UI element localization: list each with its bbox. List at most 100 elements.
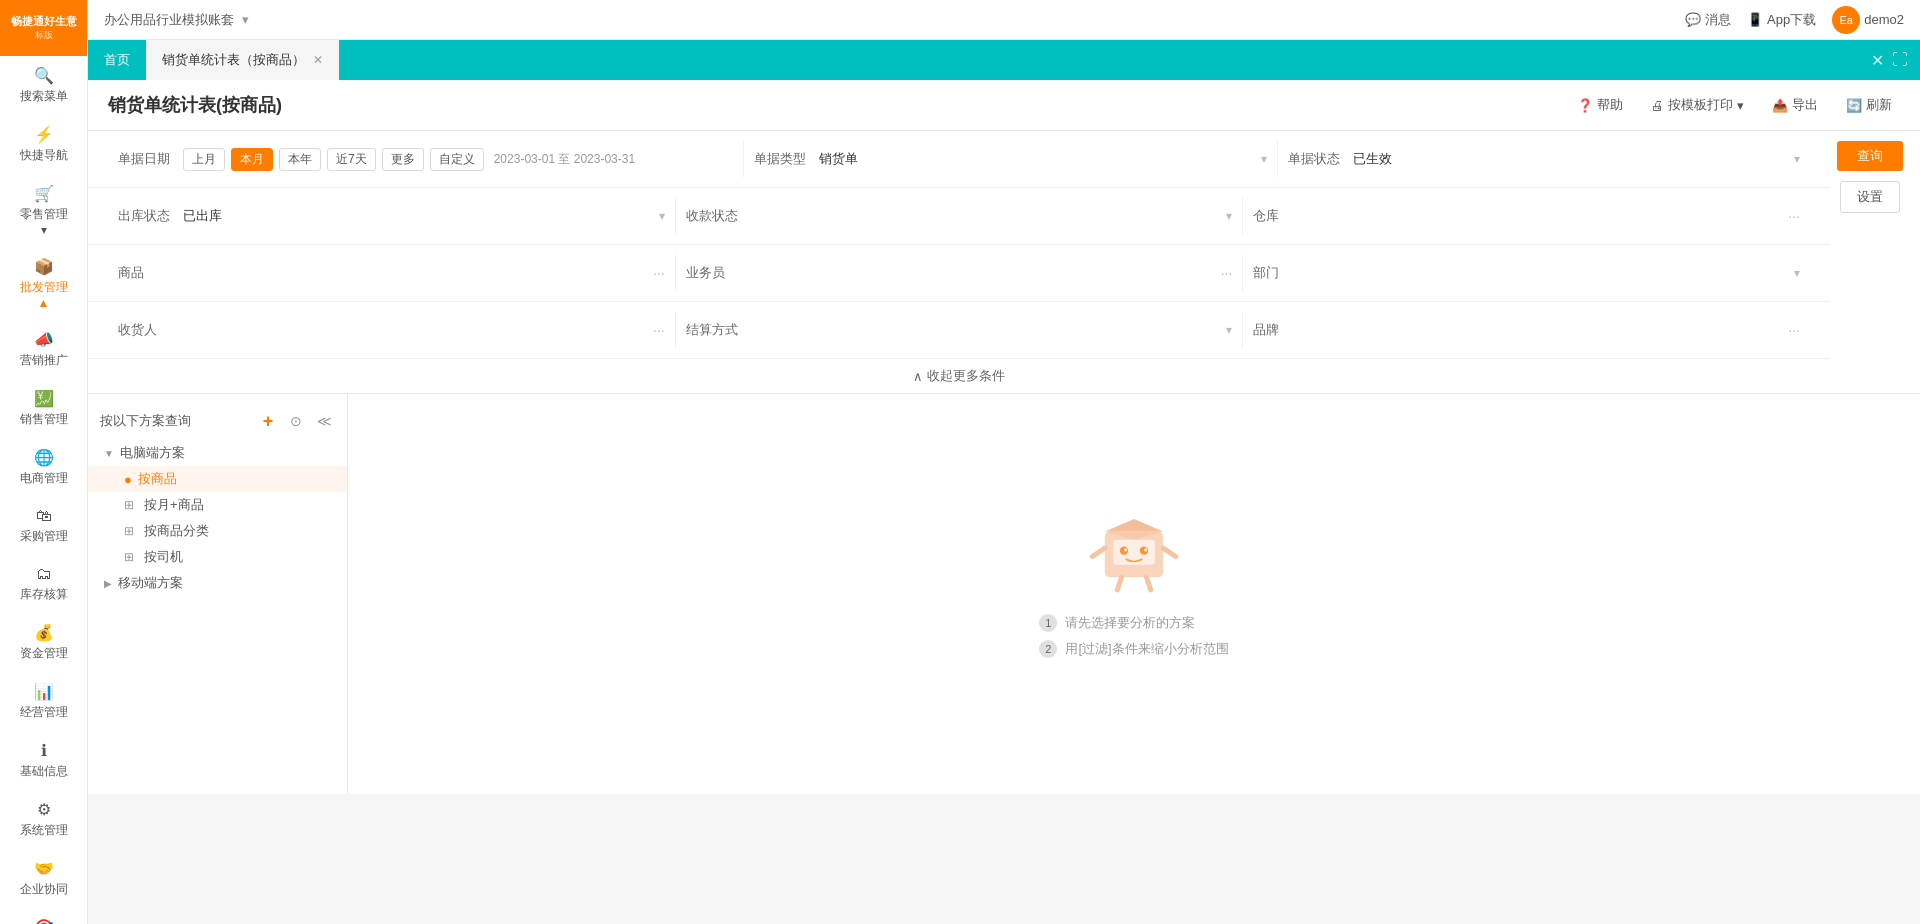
wholesale-arrow: ▲ xyxy=(38,296,50,310)
recipient-value[interactable]: ··· xyxy=(183,322,665,338)
docstatus-arrow: ▾ xyxy=(1794,152,1800,166)
active-scheme-icon: ● xyxy=(124,472,132,487)
sidebar-item-search[interactable]: 🔍 搜索菜单 xyxy=(0,56,87,115)
edit-scheme-btn[interactable]: ⊙ xyxy=(285,410,307,432)
sidebar-item-enterprise[interactable]: 🤝 企业协同 xyxy=(0,849,87,908)
query-btn[interactable]: 查询 xyxy=(1837,141,1903,171)
sidebar-item-retail[interactable]: 🛒 零售管理 ▾ xyxy=(0,174,87,247)
tab-close-all-btn[interactable]: ✕ xyxy=(1871,51,1884,70)
print-btn[interactable]: 🖨 按模板打印 ▾ xyxy=(1643,92,1752,118)
username-label: demo2 xyxy=(1864,12,1904,27)
sidebar-item-wholesale[interactable]: 📦 批发管理 ▲ xyxy=(0,247,87,320)
tree-mobile-root[interactable]: ▶ 移动端方案 xyxy=(88,570,347,596)
goods-dots[interactable]: ··· xyxy=(653,265,665,281)
doctype-value[interactable]: 销货单 ▾ xyxy=(819,150,1267,168)
payment-status-arrow: ▾ xyxy=(1226,209,1232,223)
sidebar-item-marketing[interactable]: 📣 营销推广 xyxy=(0,320,87,379)
setting-btn[interactable]: 设置 xyxy=(1840,181,1900,213)
dept-value[interactable]: ▾ xyxy=(1318,266,1800,280)
tab-expand-btn[interactable]: ⛶ xyxy=(1892,51,1908,69)
outstatus-value[interactable]: 已出库 ▾ xyxy=(183,207,665,225)
inventory-icon: 🗂 xyxy=(36,565,52,583)
sidebar-item-basic[interactable]: ℹ 基础信息 xyxy=(0,731,87,790)
sidebar-item-purchase-label: 采购管理 xyxy=(20,528,68,545)
tab-home[interactable]: 首页 xyxy=(88,40,146,80)
user-area[interactable]: Ea demo2 xyxy=(1832,6,1904,34)
filter-row-2: 出库状态 已出库 ▾ 收款状态 ▾ 仓库 xyxy=(88,188,1830,245)
avatar-initials: Ea xyxy=(1840,14,1853,26)
collapse-row[interactable]: ∧ 收起更多条件 xyxy=(88,359,1830,393)
warehouse-dots[interactable]: ··· xyxy=(1788,208,1800,224)
sidebar-item-sales-label: 销售管理 xyxy=(20,411,68,428)
date-more-btn[interactable]: 更多 xyxy=(382,148,424,171)
avatar: Ea xyxy=(1832,6,1860,34)
refresh-btn[interactable]: 🔄 刷新 xyxy=(1838,92,1900,118)
clerk-value[interactable]: ··· xyxy=(751,265,1233,281)
goods-value[interactable]: ··· xyxy=(183,265,665,281)
sidebar-item-purchase[interactable]: 🛍 采购管理 xyxy=(0,497,87,555)
tree-pc-root[interactable]: ▼ 电脑端方案 xyxy=(88,440,347,466)
by-company-label: 按司机 xyxy=(144,548,183,566)
help-btn[interactable]: ❓ 帮助 xyxy=(1569,92,1631,118)
date-custom-btn[interactable]: 自定义 xyxy=(430,148,484,171)
tree-by-goods[interactable]: ● 按商品 xyxy=(88,466,347,492)
brand-dots[interactable]: ··· xyxy=(1788,322,1800,338)
sidebar-item-sales[interactable]: 💹 销售管理 xyxy=(0,379,87,438)
sidebar-item-enterprise-label: 企业协同 xyxy=(20,881,68,898)
payment-status-value[interactable]: ▾ xyxy=(751,209,1233,223)
svg-point-4 xyxy=(1124,548,1127,551)
warehouse-value[interactable]: ··· xyxy=(1318,208,1800,224)
svg-line-7 xyxy=(1163,548,1176,556)
svg-line-9 xyxy=(1146,577,1150,590)
message-btn[interactable]: 💬 消息 xyxy=(1685,11,1731,29)
filter-cell-payment-method: 结算方式 ▾ xyxy=(676,312,1244,348)
app-download-btn[interactable]: 📱 App下载 xyxy=(1747,11,1816,29)
sidebar-item-operations[interactable]: 📊 经营管理 xyxy=(0,672,87,731)
tree-by-month-goods[interactable]: ⊞ 按月+商品 xyxy=(88,492,347,518)
wholesale-icon: 📦 xyxy=(34,257,54,276)
sidebar-item-quicknav[interactable]: ⚡ 快捷导航 xyxy=(0,115,87,174)
logo-text: 畅捷通好生意 xyxy=(11,14,77,29)
filter-cell-doctype: 单据类型 销货单 ▾ xyxy=(744,141,1278,177)
sidebar-item-finance[interactable]: 💰 资金管理 xyxy=(0,613,87,672)
empty-illustration xyxy=(1084,494,1184,594)
tab-close-btn[interactable]: ✕ xyxy=(313,53,323,67)
sidebar-item-inventory-label: 库存核算 xyxy=(20,586,68,603)
clerk-dots[interactable]: ··· xyxy=(1221,265,1233,281)
date-current-month-btn[interactable]: 本月 xyxy=(231,148,273,171)
docstatus-value[interactable]: 已生效 ▾ xyxy=(1353,150,1801,168)
sidebar-item-system[interactable]: ⚙ 系统管理 xyxy=(0,790,87,849)
tab-sales-stats[interactable]: 销货单统计表（按商品） ✕ xyxy=(146,40,339,80)
left-panel-title: 按以下方案查询 xyxy=(100,412,191,430)
filter-row-3: 商品 ··· 业务员 ··· 部门 xyxy=(88,245,1830,302)
company-icon: ⊞ xyxy=(124,550,134,564)
mobile-expand-arrow: ▶ xyxy=(104,578,112,589)
print-icon: 🖨 xyxy=(1651,98,1664,113)
date-prev-month-btn[interactable]: 上月 xyxy=(183,148,225,171)
payment-method-value[interactable]: ▾ xyxy=(751,323,1233,337)
sidebar-item-retail-label: 零售管理 xyxy=(20,206,68,223)
date-7days-btn[interactable]: 近7天 xyxy=(327,148,376,171)
collapse-panel-btn[interactable]: ≪ xyxy=(313,410,335,432)
date-range-text: 2023-03-01 至 2023-03-31 xyxy=(494,151,635,168)
sidebar-item-ecommerce[interactable]: 🌐 电商管理 xyxy=(0,438,87,497)
collapse-arrow: ∧ xyxy=(913,369,923,384)
sidebar-item-guide[interactable]: 🎯 新手引导 xyxy=(0,908,87,924)
empty-tip-1: 1 请先选择要分析的方案 xyxy=(1039,614,1228,632)
industry-dropdown-arrow[interactable]: ▾ xyxy=(242,12,249,27)
logo-area: 畅捷通好生意 标版 xyxy=(0,0,87,56)
brand-value[interactable]: ··· xyxy=(1318,322,1800,338)
tab-sales-stats-label: 销货单统计表（按商品） xyxy=(162,51,305,69)
export-btn[interactable]: 📤 导出 xyxy=(1764,92,1826,118)
date-current-year-btn[interactable]: 本年 xyxy=(279,148,321,171)
tree-by-goods-category[interactable]: ⊞ 按商品分类 xyxy=(88,518,347,544)
ecommerce-icon: 🌐 xyxy=(34,448,54,467)
retail-icon: 🛒 xyxy=(34,184,54,203)
recipient-dots[interactable]: ··· xyxy=(653,322,665,338)
add-scheme-btn[interactable]: + xyxy=(257,410,279,432)
warehouse-label: 仓库 xyxy=(1253,207,1318,225)
main-area: 办公用品行业模拟账套 ▾ 💬 消息 📱 App下载 Ea demo2 首页 xyxy=(88,0,1920,924)
filter-cell-recipient: 收货人 ··· xyxy=(108,312,676,348)
tree-by-company[interactable]: ⊞ 按司机 xyxy=(88,544,347,570)
sidebar-item-inventory[interactable]: 🗂 库存核算 xyxy=(0,555,87,613)
